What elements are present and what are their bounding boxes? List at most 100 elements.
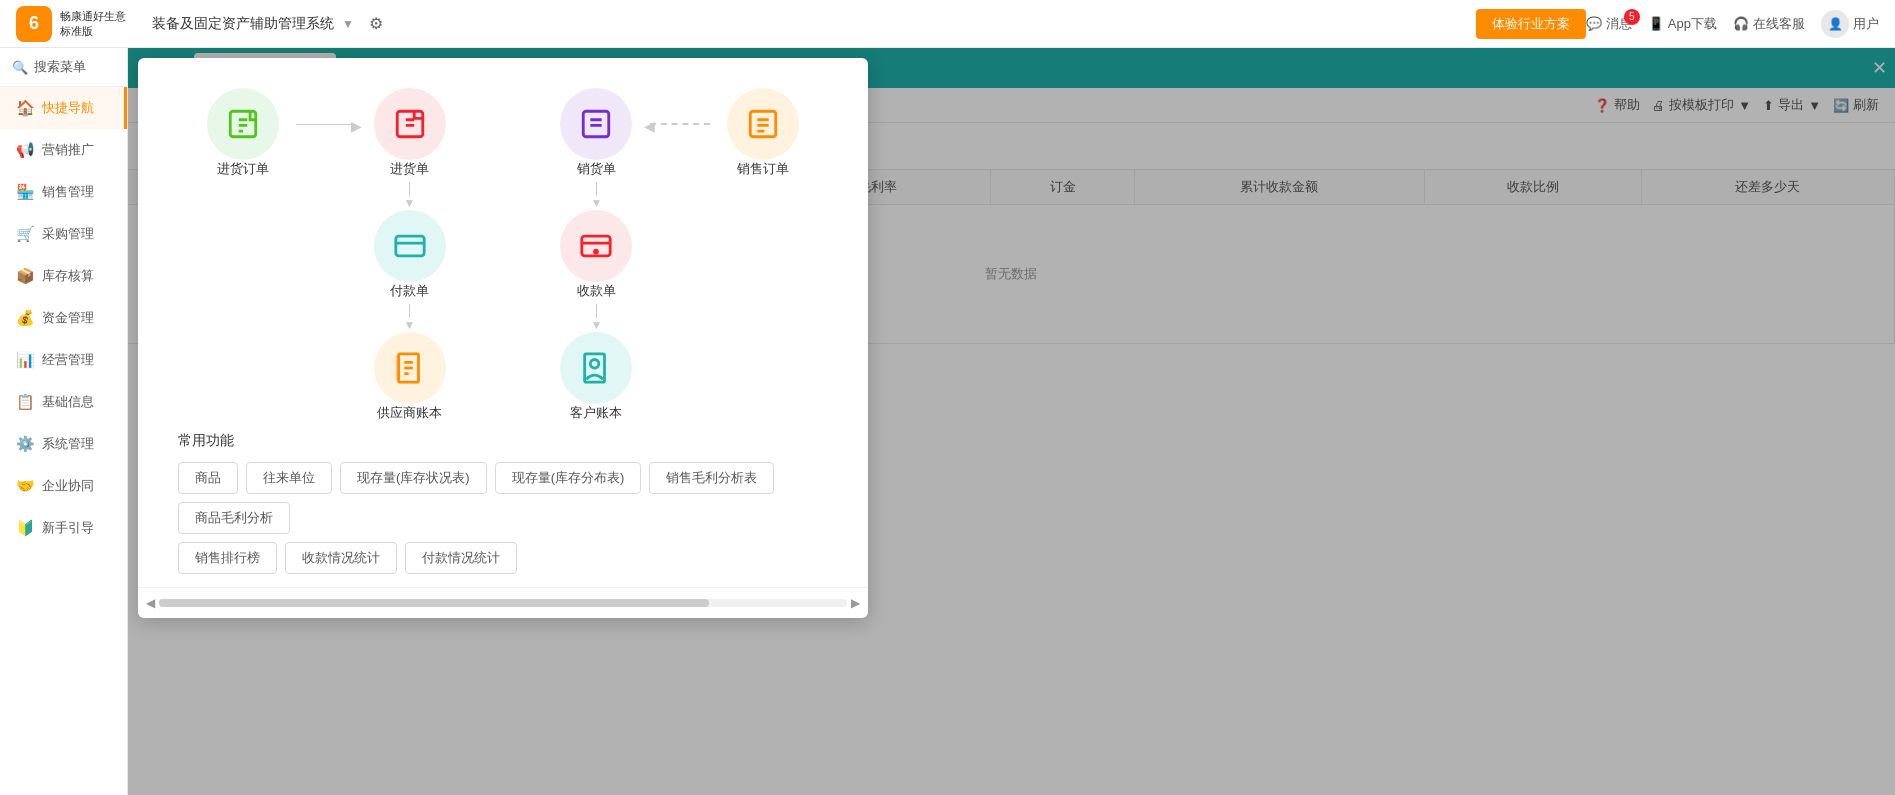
search-icon: 🔍: [12, 60, 28, 75]
system-dropdown-icon[interactable]: ▼: [342, 17, 354, 31]
logo-area: 6 畅康通好生意 标准版: [16, 6, 144, 42]
sidebar-item-base-info[interactable]: 📋 基础信息: [0, 381, 127, 423]
home-icon: 🏠: [16, 99, 34, 117]
function-buttons-row: 商品 往来单位 现存量(库存状况表) 现存量(库存分布表) 销售毛利分析表 商品…: [178, 462, 828, 534]
sidebar-item-enterprise[interactable]: 🤝 企业协同: [0, 465, 127, 507]
sidebar-item-sales[interactable]: 🏪 销售管理: [0, 171, 127, 213]
message-btn[interactable]: 💬 消息 5: [1586, 15, 1632, 33]
sales-order-label: 销售订单: [737, 160, 789, 178]
flow-node-receipt[interactable]: 收款单: [560, 210, 632, 300]
func-btn-payment-stats[interactable]: 付款情况统计: [405, 542, 517, 574]
content-area: 首页 销售订单执行表 ✕ ✕ ❓ 帮助 🖨 按模板打印 ▼: [128, 48, 1895, 795]
main-area: 🔍 搜索菜单 🏠 快捷导航 📢 营销推广 🏪 销售管理 🛒 采购管理 📦: [0, 48, 1895, 795]
message-icon: 💬: [1586, 16, 1602, 31]
flow-arrows-down-row2: ▼ ▼: [178, 304, 828, 332]
sidebar-item-guide[interactable]: 🔰 新手引导: [0, 507, 127, 549]
flow-node-sales-order[interactable]: 销售订单: [727, 88, 799, 178]
func-btn-stock-status[interactable]: 现存量(库存状况表): [340, 462, 487, 494]
user-menu[interactable]: 👤 用户: [1821, 10, 1879, 38]
flow-row-2: 付款单: [178, 210, 828, 300]
operations-icon: 📊: [16, 351, 34, 369]
top-bar-right: 💬 消息 5 📱 App下载 🎧 在线客服 👤 用户: [1586, 10, 1879, 38]
func-btn-sales-rank[interactable]: 销售排行榜: [178, 542, 277, 574]
base-info-icon: 📋: [16, 393, 34, 411]
scroll-left-icon[interactable]: ◀: [146, 596, 155, 610]
sales-order-circle: [727, 88, 799, 160]
func-btn-contacts[interactable]: 往来单位: [246, 462, 332, 494]
sales-icon: 🏪: [16, 183, 34, 201]
svg-rect-23: [395, 355, 399, 381]
arrow-down-2: ▼: [560, 182, 632, 210]
enterprise-icon: 🤝: [16, 477, 34, 495]
modal-scrollbar: ◀ ▶: [138, 587, 868, 618]
system-title-area: 装备及固定资产辅助管理系统 ▼ ⚙: [152, 10, 1476, 38]
customer-ledger-circle: [560, 332, 632, 404]
phone-icon: 📱: [1648, 16, 1664, 31]
func-btn-product[interactable]: 商品: [178, 462, 238, 494]
sidebar-item-finance[interactable]: 💰 资金管理: [0, 297, 127, 339]
function-buttons-row2: 销售排行榜 收款情况统计 付款情况统计: [178, 542, 828, 574]
flow-node-purchase-order[interactable]: 进货订单: [207, 88, 279, 178]
flow-node-purchase-bill[interactable]: 进货单: [374, 88, 446, 178]
flow-node-payment[interactable]: 付款单: [374, 210, 446, 300]
sidebar: 🔍 搜索菜单 🏠 快捷导航 📢 营销推广 🏪 销售管理 🛒 采购管理 📦: [0, 48, 128, 795]
guide-icon: 🔰: [16, 519, 34, 537]
purchase-bill-label: 进货单: [390, 160, 429, 178]
online-service-btn[interactable]: 🎧 在线客服: [1733, 15, 1805, 33]
headset-icon: 🎧: [1733, 16, 1749, 31]
avatar: 👤: [1821, 10, 1849, 38]
customer-ledger-label: 客户账本: [570, 404, 622, 422]
common-functions-section: 常用功能 商品 往来单位 现存量(库存状况表) 现存量(库存分布表) 销售毛利分…: [178, 432, 828, 574]
sidebar-item-inventory[interactable]: 📦 库存核算: [0, 255, 127, 297]
top-bar: 6 畅康通好生意 标准版 装备及固定资产辅助管理系统 ▼ ⚙ 体验行业方案 💬 …: [0, 0, 1895, 48]
scrollbar-thumb[interactable]: [159, 599, 709, 607]
settings-icon[interactable]: ⚙: [362, 10, 390, 38]
flow-node-sales-bill[interactable]: 销货单: [560, 88, 632, 178]
supplier-ledger-circle: [374, 332, 446, 404]
sidebar-item-quick-nav[interactable]: 🏠 快捷导航: [0, 87, 127, 129]
modal-overlay: 进货订单 ▶: [128, 48, 1895, 795]
flow-node-supplier-ledger[interactable]: 供应商账本: [374, 332, 446, 422]
scroll-right-icon[interactable]: ▶: [851, 596, 860, 610]
svg-point-18: [594, 249, 600, 255]
sidebar-item-operations[interactable]: 📊 经营管理: [0, 339, 127, 381]
arrow-down-3: ▼: [374, 304, 446, 332]
flow-node-customer-ledger[interactable]: 客户账本: [560, 332, 632, 422]
system-title-text: 装备及固定资产辅助管理系统: [152, 15, 334, 33]
purchase-order-label: 进货订单: [217, 160, 269, 178]
arrow-down-4: ▼: [560, 304, 632, 332]
func-btn-sales-profit[interactable]: 销售毛利分析表: [649, 462, 774, 494]
message-badge: 5: [1624, 9, 1640, 25]
sidebar-item-system[interactable]: ⚙️ 系统管理: [0, 423, 127, 465]
payment-circle: [374, 210, 446, 282]
system-icon: ⚙️: [16, 435, 34, 453]
app-download-btn[interactable]: 📱 App下载: [1648, 15, 1717, 33]
func-btn-receipt-stats[interactable]: 收款情况统计: [285, 542, 397, 574]
flow-modal: 进货订单 ▶: [138, 58, 868, 618]
logo-text: 畅康通好生意 标准版: [60, 9, 126, 38]
arrow-down-1: ▼: [374, 182, 446, 210]
func-btn-stock-dist[interactable]: 现存量(库存分布表): [495, 462, 642, 494]
scrollbar-track[interactable]: [159, 599, 847, 607]
trial-button[interactable]: 体验行业方案: [1476, 9, 1586, 39]
marketing-icon: 📢: [16, 141, 34, 159]
common-functions-title: 常用功能: [178, 432, 828, 450]
sidebar-search[interactable]: 🔍 搜索菜单: [0, 48, 127, 87]
arrow-right-1: ▶: [296, 124, 356, 125]
finance-icon: 💰: [16, 309, 34, 327]
receipt-label: 收款单: [577, 282, 616, 300]
flow-diagram: 进货订单 ▶: [178, 88, 828, 422]
sidebar-item-marketing[interactable]: 📢 营销推广: [0, 129, 127, 171]
purchase-order-circle: [207, 88, 279, 160]
sidebar-item-purchase[interactable]: 🛒 采购管理: [0, 213, 127, 255]
logo-icon: 6: [16, 6, 52, 42]
flow-row-1: 进货订单 ▶: [178, 88, 828, 178]
svg-rect-14: [395, 236, 423, 256]
inventory-icon: 📦: [16, 267, 34, 285]
purchase-icon: 🛒: [16, 225, 34, 243]
arrow-dashed-1: ◀: [650, 123, 710, 125]
func-btn-product-profit[interactable]: 商品毛利分析: [178, 502, 290, 534]
sales-bill-circle: [560, 88, 632, 160]
flow-row-3: 供应商账本: [178, 332, 828, 422]
svg-point-25: [591, 360, 600, 369]
